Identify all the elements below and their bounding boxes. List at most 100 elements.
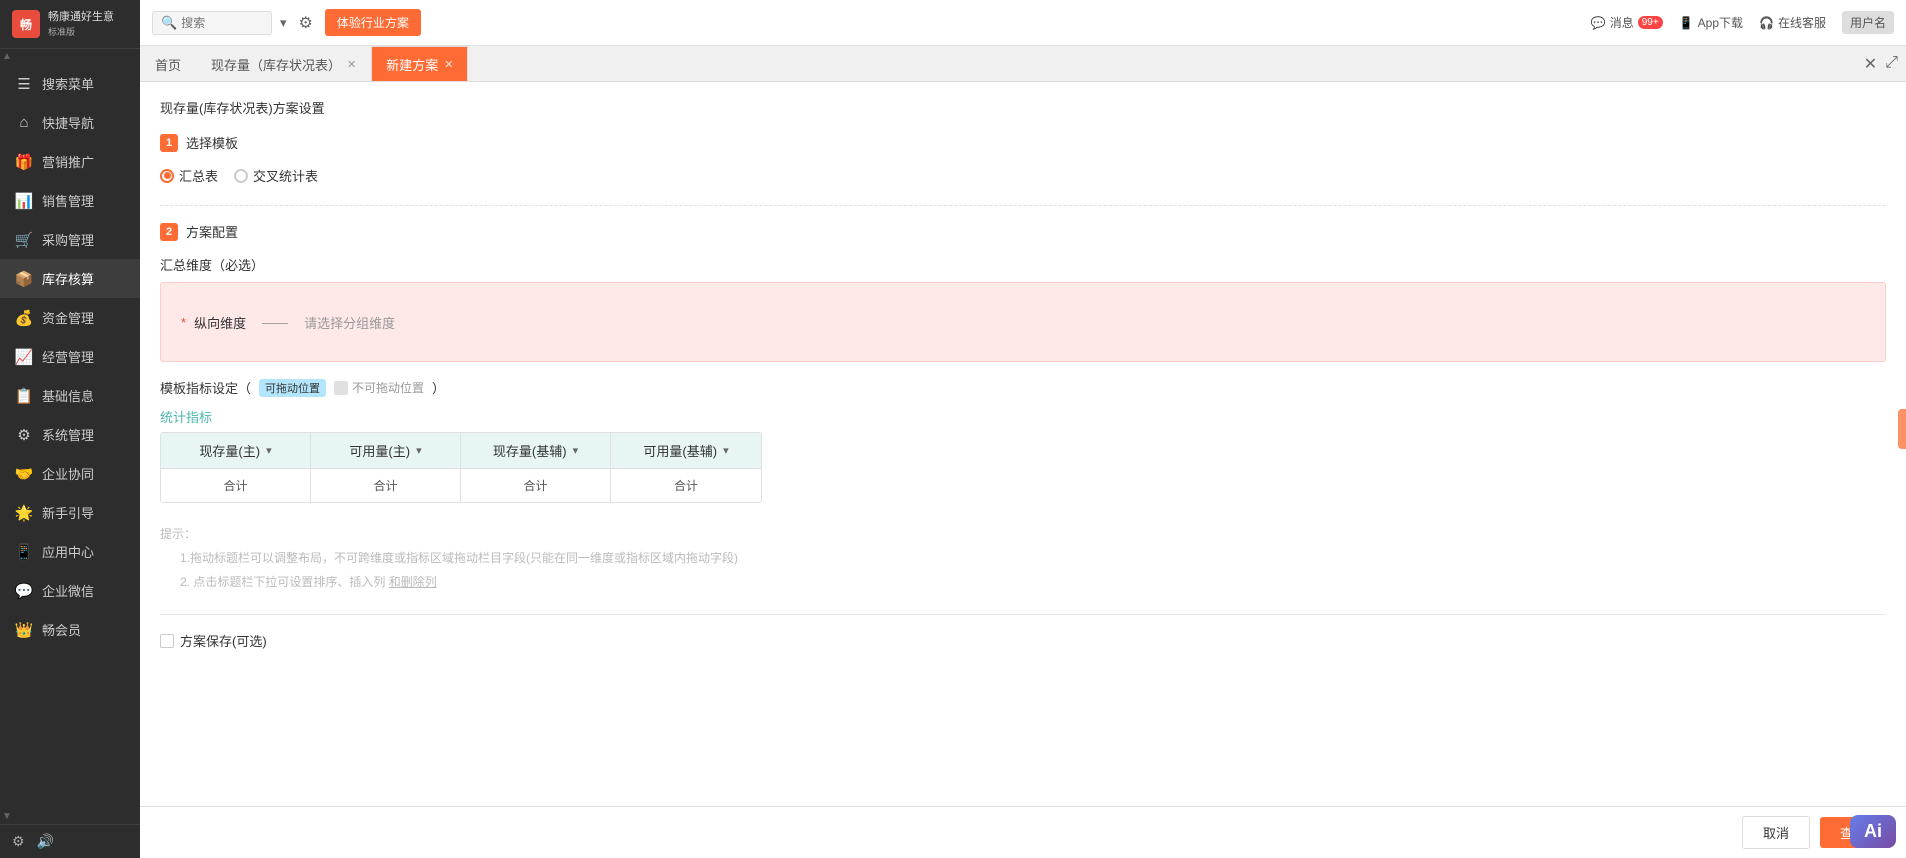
stats-col-1-header[interactable]: 现存量(主) ▾ bbox=[161, 433, 311, 468]
option-crosstab-label: 交叉统计表 bbox=[253, 166, 318, 185]
sidebar-item-search[interactable]: ☰ 搜索菜单 bbox=[0, 64, 140, 103]
col4-chevron[interactable]: ▾ bbox=[723, 444, 729, 457]
indicator-label: 模板指标设定（ 可拖动位置 不可拖动位置 ） bbox=[160, 378, 1886, 397]
star-icon: 🌟 bbox=[14, 504, 34, 522]
home-icon: ⌂ bbox=[14, 114, 34, 131]
expand-tab-btn[interactable]: ⤢ bbox=[1885, 54, 1898, 74]
service-label: 在线客服 bbox=[1778, 14, 1826, 31]
step1-number: 1 bbox=[160, 134, 178, 152]
radio-summary[interactable] bbox=[160, 169, 174, 183]
sidebar-item-marketing[interactable]: 🎁 营销推广 bbox=[0, 142, 140, 181]
required-star: * bbox=[181, 315, 186, 330]
sidebar-nav: ☰ 搜索菜单 ⌂ 快捷导航 🎁 营销推广 📊 销售管理 🛒 采购管理 📦 库存核… bbox=[0, 64, 140, 809]
footer-bar: 取消 查询 bbox=[140, 806, 1906, 858]
sidebar-item-sales[interactable]: 📊 销售管理 bbox=[0, 181, 140, 220]
sidebar-item-label: 资金管理 bbox=[42, 308, 94, 327]
template-options: 汇总表 交叉统计表 bbox=[160, 166, 1886, 185]
tab-home[interactable]: 首页 bbox=[140, 46, 196, 81]
scroll-down-btn[interactable]: ▼ bbox=[0, 809, 140, 824]
sidebar-item-label: 畅会员 bbox=[42, 620, 81, 639]
step1-section: 1 选择模板 汇总表 交叉统计表 bbox=[160, 133, 1886, 185]
box-icon: 📦 bbox=[14, 270, 34, 288]
cancel-button[interactable]: 取消 bbox=[1742, 816, 1810, 849]
sidebar-item-inventory[interactable]: 📦 库存核算 bbox=[0, 259, 140, 298]
dimension-hint: 请选择分组维度 bbox=[304, 313, 395, 332]
delete-column-link[interactable]: 和删除列 bbox=[389, 575, 437, 589]
tip-item-2: 2. 点击标题栏下拉可设置排序、插入列 和删除列 bbox=[160, 570, 1886, 594]
stats-col-2-header[interactable]: 可用量(主) ▾ bbox=[311, 433, 461, 468]
dimension-area[interactable]: * 纵向维度 —— 请选择分组维度 bbox=[160, 282, 1886, 362]
save-checkbox[interactable] bbox=[160, 634, 174, 648]
tab-inventory-close[interactable]: ✕ bbox=[347, 58, 356, 71]
main-area: 🔍 ▾ ⚙ 体验行业方案 💬 消息 99+ 📱 App下载 🎧 在线客服 用户名 bbox=[140, 0, 1906, 858]
sidebar-item-quicknav[interactable]: ⌂ 快捷导航 bbox=[0, 103, 140, 142]
online-service-btn[interactable]: 🎧 在线客服 bbox=[1759, 14, 1826, 31]
col2-chevron[interactable]: ▾ bbox=[416, 444, 422, 457]
ai-badge[interactable]: Ai bbox=[1850, 815, 1896, 848]
topbar: 🔍 ▾ ⚙ 体验行业方案 💬 消息 99+ 📱 App下载 🎧 在线客服 用户名 bbox=[140, 0, 1906, 46]
sidebar-item-enterprise-wechat[interactable]: 💬 企业微信 bbox=[0, 571, 140, 610]
gift-icon: 🎁 bbox=[14, 153, 34, 171]
option-summary[interactable]: 汇总表 bbox=[160, 166, 218, 185]
sidebar-item-purchase[interactable]: 🛒 采购管理 bbox=[0, 220, 140, 259]
stats-col-3-header[interactable]: 现存量(基辅) ▾ bbox=[461, 433, 611, 468]
tab-inventory-label: 现存量（库存状况表） bbox=[211, 55, 341, 74]
tip-item-1: 1.拖动标题栏可以调整布局，不可跨维度或指标区域拖动栏目字段(只能在同一维度或指… bbox=[160, 546, 1886, 570]
sidebar-item-finance[interactable]: 💰 资金管理 bbox=[0, 298, 140, 337]
tab-new-scheme-close[interactable]: ✕ bbox=[444, 58, 453, 71]
sidebar-item-label: 销售管理 bbox=[42, 191, 94, 210]
stats-col-4-data: 合计 bbox=[611, 468, 761, 502]
save-option: 方案保存(可选) bbox=[160, 614, 1886, 650]
sidebar-item-cooperation[interactable]: 🤝 企业协同 bbox=[0, 454, 140, 493]
radio-crosstab[interactable] bbox=[234, 169, 248, 183]
stats-title: 统计指标 bbox=[160, 407, 1886, 426]
tabbar: 首页 现存量（库存状况表） ✕ 新建方案 ✕ ✕ ⤢ bbox=[140, 46, 1906, 82]
sidebar-item-label: 营销推广 bbox=[42, 152, 94, 171]
step2-section: 2 方案配置 汇总维度（必选） * 纵向维度 —— 请选择分组维度 bbox=[160, 222, 1886, 594]
dimension-dash: —— bbox=[262, 315, 288, 330]
tab-new-scheme-label: 新建方案 bbox=[386, 55, 438, 74]
stats-col-4-header[interactable]: 可用量(基辅) ▾ bbox=[611, 433, 761, 468]
topbar-right: 💬 消息 99+ 📱 App下载 🎧 在线客服 用户名 bbox=[1591, 11, 1894, 34]
sidebar-item-system[interactable]: ⚙ 系统管理 bbox=[0, 415, 140, 454]
close-tab-btn[interactable]: ✕ bbox=[1864, 54, 1877, 74]
handshake-icon: 🤝 bbox=[14, 465, 34, 483]
sidebar-logo: 畅 畅康通好生意 标准版 bbox=[0, 0, 140, 49]
stats-table: 现存量(主) ▾ 可用量(主) ▾ 现存量(基辅) ▾ bbox=[160, 432, 762, 503]
app-download-btn[interactable]: 📱 App下载 bbox=[1679, 14, 1743, 31]
scroll-up-btn[interactable]: ▲ bbox=[0, 49, 140, 64]
trial-button[interactable]: 体验行业方案 bbox=[325, 9, 421, 36]
dropdown-icon[interactable]: ▾ bbox=[280, 15, 287, 31]
user-menu[interactable]: 用户名 bbox=[1842, 11, 1894, 34]
sidebar-item-app-center[interactable]: 📱 应用中心 bbox=[0, 532, 140, 571]
sidebar-item-vip[interactable]: 👑 畅会员 bbox=[0, 610, 140, 649]
message-badge: 99+ bbox=[1638, 16, 1663, 29]
sidebar-bottom: ⚙ 🔊 bbox=[0, 824, 140, 858]
option-crosstab[interactable]: 交叉统计表 bbox=[234, 166, 318, 185]
sidebar-item-label: 应用中心 bbox=[42, 542, 94, 561]
tips-title: 提示： bbox=[160, 527, 196, 541]
sidebar-item-label: 快捷导航 bbox=[42, 113, 94, 132]
wechat-icon: 💬 bbox=[14, 582, 34, 600]
page-title: 现存量(库存状况表)方案设置 bbox=[160, 98, 1886, 117]
logo-icon: 畅 bbox=[12, 10, 40, 38]
tab-new-scheme[interactable]: 新建方案 ✕ bbox=[371, 46, 468, 81]
tab-inventory-status[interactable]: 现存量（库存状况表） ✕ bbox=[196, 46, 371, 81]
sidebar-item-operations[interactable]: 📈 经营管理 bbox=[0, 337, 140, 376]
search-input[interactable] bbox=[181, 16, 261, 30]
resize-handle[interactable] bbox=[1898, 409, 1906, 449]
stats-col-1-data: 合计 bbox=[161, 468, 311, 502]
topbar-search[interactable]: 🔍 bbox=[152, 11, 272, 35]
message-btn[interactable]: 💬 消息 99+ bbox=[1591, 14, 1663, 31]
save-option-label: 方案保存(可选) bbox=[180, 631, 267, 650]
settings-bottom-icon[interactable]: ⚙ bbox=[12, 833, 25, 850]
volume-icon[interactable]: 🔊 bbox=[37, 833, 54, 850]
content-area: 现存量(库存状况表)方案设置 1 选择模板 汇总表 交叉统计表 bbox=[140, 82, 1906, 806]
crown-icon: 👑 bbox=[14, 621, 34, 639]
app-version: 标准版 bbox=[48, 25, 114, 38]
settings-icon[interactable]: ⚙ bbox=[299, 13, 313, 33]
col1-chevron[interactable]: ▾ bbox=[266, 444, 272, 457]
sidebar-item-basic-info[interactable]: 📋 基础信息 bbox=[0, 376, 140, 415]
sidebar-item-newbie[interactable]: 🌟 新手引导 bbox=[0, 493, 140, 532]
col3-chevron[interactable]: ▾ bbox=[573, 444, 579, 457]
